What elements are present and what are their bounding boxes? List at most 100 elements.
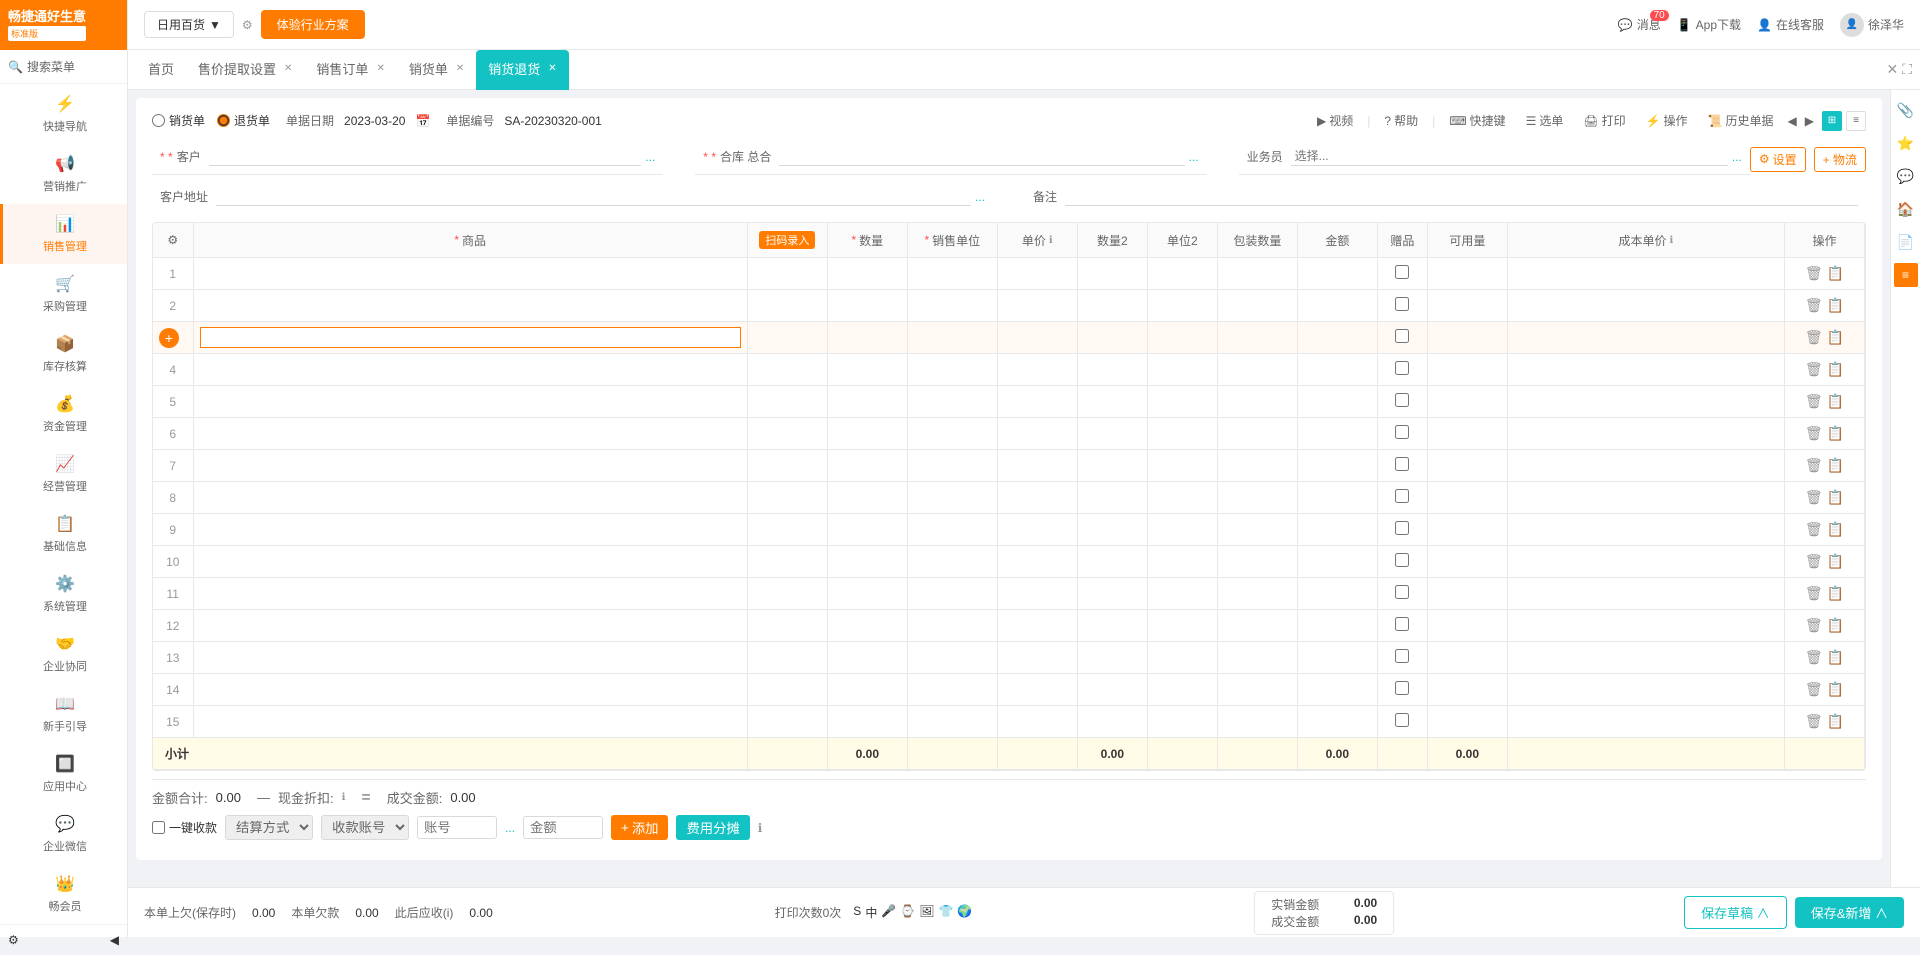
row-3-delete-icon[interactable]: 🗑 bbox=[1805, 329, 1823, 346]
row-8-copy-icon[interactable]: 📋 bbox=[1827, 489, 1844, 506]
sidebar-settings-icon[interactable]: ⚙ bbox=[8, 933, 19, 947]
toolbar-icon-1[interactable]: S bbox=[853, 904, 861, 921]
panel-icon-2[interactable]: ⭐ bbox=[1893, 131, 1918, 156]
tab-sales-order[interactable]: 销售订单 ✕ bbox=[304, 50, 396, 90]
payment-dots[interactable]: ... bbox=[505, 821, 515, 835]
video-help-button[interactable]: ▶ 视频 bbox=[1311, 110, 1359, 131]
panel-icon-5[interactable]: 📄 bbox=[1893, 230, 1918, 255]
row-9-copy-icon[interactable]: 📋 bbox=[1827, 521, 1844, 538]
sidebar-item-basic[interactable]: 📋 基础信息 bbox=[0, 504, 127, 564]
row-2-delete-icon[interactable]: 🗑 bbox=[1805, 297, 1823, 314]
sidebar-item-shortcut[interactable]: ⚡ 快捷导航 bbox=[0, 84, 127, 144]
row-6-product[interactable] bbox=[193, 418, 747, 450]
row-3-cost-price[interactable] bbox=[1507, 322, 1784, 354]
account-number-input[interactable] bbox=[417, 816, 497, 839]
tab-sales-return-close[interactable]: ✕ bbox=[548, 63, 556, 74]
radio-sales-input[interactable] bbox=[152, 114, 165, 127]
save-draft-button[interactable]: 保存草稿 ∧ bbox=[1684, 896, 1787, 929]
toolbar-icon-4[interactable]: ⌚ bbox=[900, 904, 915, 921]
toolbar-icon-3[interactable]: 🎤 bbox=[881, 904, 896, 921]
row-14-gift-checkbox[interactable] bbox=[1395, 681, 1409, 695]
row-3-pack-qty[interactable] bbox=[1217, 322, 1297, 354]
row-3-gift-checkbox[interactable] bbox=[1395, 329, 1409, 343]
tab-sales-order-close[interactable]: ✕ bbox=[376, 63, 384, 74]
salesperson-input[interactable] bbox=[1291, 147, 1728, 166]
row-14-copy-icon[interactable]: 📋 bbox=[1827, 681, 1844, 698]
row-5-copy-icon[interactable]: 📋 bbox=[1827, 393, 1844, 410]
row-1-cost-price[interactable] bbox=[1507, 258, 1784, 290]
app-download-button[interactable]: 📱 App下载 bbox=[1677, 16, 1741, 33]
row-5-gift-checkbox[interactable] bbox=[1395, 393, 1409, 407]
nav-next-icon[interactable]: ▶ bbox=[1805, 114, 1814, 128]
row-2-price[interactable] bbox=[997, 290, 1077, 322]
row-2-qty[interactable] bbox=[827, 290, 907, 322]
row-1-delete-icon[interactable]: 🗑 bbox=[1805, 265, 1823, 282]
row-1-product[interactable] bbox=[193, 258, 747, 290]
sidebar-item-appstore[interactable]: 🔲 应用中心 bbox=[0, 744, 127, 804]
row-8-gift-checkbox[interactable] bbox=[1395, 489, 1409, 503]
row-1-pack-qty[interactable] bbox=[1217, 258, 1297, 290]
online-service-button[interactable]: 👤 在线客服 bbox=[1757, 16, 1824, 33]
radio-sales[interactable]: 销货单 bbox=[152, 112, 205, 129]
nav-prev-icon[interactable]: ◀ bbox=[1788, 114, 1797, 128]
toolbar-icon-6[interactable]: 👕 bbox=[938, 904, 953, 921]
col-settings[interactable]: ⚙ bbox=[153, 223, 193, 258]
row-2-qty2[interactable] bbox=[1077, 290, 1147, 322]
grid-view-button[interactable]: ⊞ bbox=[1822, 111, 1842, 131]
row-7-delete-icon[interactable]: 🗑 bbox=[1805, 457, 1823, 474]
list-view-button[interactable]: ≡ bbox=[1846, 111, 1866, 131]
row-2-available[interactable] bbox=[1427, 290, 1507, 322]
row-1-unit[interactable] bbox=[907, 258, 997, 290]
row-2-unit2[interactable] bbox=[1147, 290, 1217, 322]
discount-info-icon[interactable]: ℹ bbox=[342, 792, 346, 803]
row-1-qty[interactable] bbox=[827, 258, 907, 290]
row-3-qty[interactable] bbox=[827, 322, 907, 354]
help-button[interactable]: ? 帮助 bbox=[1378, 110, 1424, 131]
row-13-delete-icon[interactable]: 🗑 bbox=[1805, 649, 1823, 666]
row-15-copy-icon[interactable]: 📋 bbox=[1827, 713, 1844, 730]
row-3-amount[interactable] bbox=[1297, 322, 1377, 354]
sidebar-item-inventory[interactable]: 📦 库存核算 bbox=[0, 324, 127, 384]
panel-icon-4[interactable]: 🏠 bbox=[1893, 197, 1918, 222]
row-2-gift[interactable] bbox=[1377, 290, 1427, 322]
toolbar-icon-7[interactable]: 🌍 bbox=[957, 904, 972, 921]
row-3-unit2[interactable] bbox=[1147, 322, 1217, 354]
print-button[interactable]: 🖨 打印 bbox=[1577, 110, 1631, 131]
row-2-unit[interactable] bbox=[907, 290, 997, 322]
row-6-delete-icon[interactable]: 🗑 bbox=[1805, 425, 1823, 442]
row-3-unit[interactable] bbox=[907, 322, 997, 354]
row-12-gift-checkbox[interactable] bbox=[1395, 617, 1409, 631]
row-13-gift-checkbox[interactable] bbox=[1395, 649, 1409, 663]
warehouse-input[interactable] bbox=[779, 147, 1184, 166]
row-1-qty2[interactable] bbox=[1077, 258, 1147, 290]
tab-sales-delivery-close[interactable]: ✕ bbox=[456, 63, 464, 74]
row-3-product[interactable] bbox=[193, 322, 747, 354]
row-5-delete-icon[interactable]: 🗑 bbox=[1805, 393, 1823, 410]
split-info-icon[interactable]: ℹ bbox=[758, 821, 763, 835]
doc-date-value[interactable]: 2023-03-20 bbox=[344, 114, 405, 128]
row-3-qty2[interactable] bbox=[1077, 322, 1147, 354]
tab-sales-delivery[interactable]: 销货单 ✕ bbox=[397, 50, 476, 90]
sidebar-item-enterprise[interactable]: 🤝 企业协同 bbox=[0, 624, 127, 684]
toolbar-icon-2[interactable]: 中 bbox=[865, 904, 877, 921]
tab-price-setup[interactable]: 售价提取设置 ✕ bbox=[186, 50, 304, 90]
row-2-cost-price[interactable] bbox=[1507, 290, 1784, 322]
row-15-gift-checkbox[interactable] bbox=[1395, 713, 1409, 727]
sidebar-item-finance[interactable]: 💰 资金管理 bbox=[0, 384, 127, 444]
row-2-pack-qty[interactable] bbox=[1217, 290, 1297, 322]
row-12-delete-icon[interactable]: 🗑 bbox=[1805, 617, 1823, 634]
row-9-delete-icon[interactable]: 🗑 bbox=[1805, 521, 1823, 538]
customer-dots[interactable]: ... bbox=[645, 150, 655, 164]
row-3-copy-icon[interactable]: 📋 bbox=[1827, 329, 1844, 346]
sidebar-item-search[interactable]: 🔍 搜索菜单 bbox=[0, 50, 127, 84]
row-14-delete-icon[interactable]: 🗑 bbox=[1805, 681, 1823, 698]
panel-icon-orange[interactable]: ≡ bbox=[1894, 263, 1918, 287]
row-8-delete-icon[interactable]: 🗑 bbox=[1805, 489, 1823, 506]
message-button[interactable]: 💬 消息 70 bbox=[1618, 16, 1661, 33]
row-3-gift[interactable] bbox=[1377, 322, 1427, 354]
radio-return-input[interactable] bbox=[217, 114, 230, 127]
tab-close-all-icon[interactable]: ✕ bbox=[1886, 61, 1898, 78]
row-2-product[interactable] bbox=[193, 290, 747, 322]
row-7-copy-icon[interactable]: 📋 bbox=[1827, 457, 1844, 474]
row-15-delete-icon[interactable]: 🗑 bbox=[1805, 713, 1823, 730]
